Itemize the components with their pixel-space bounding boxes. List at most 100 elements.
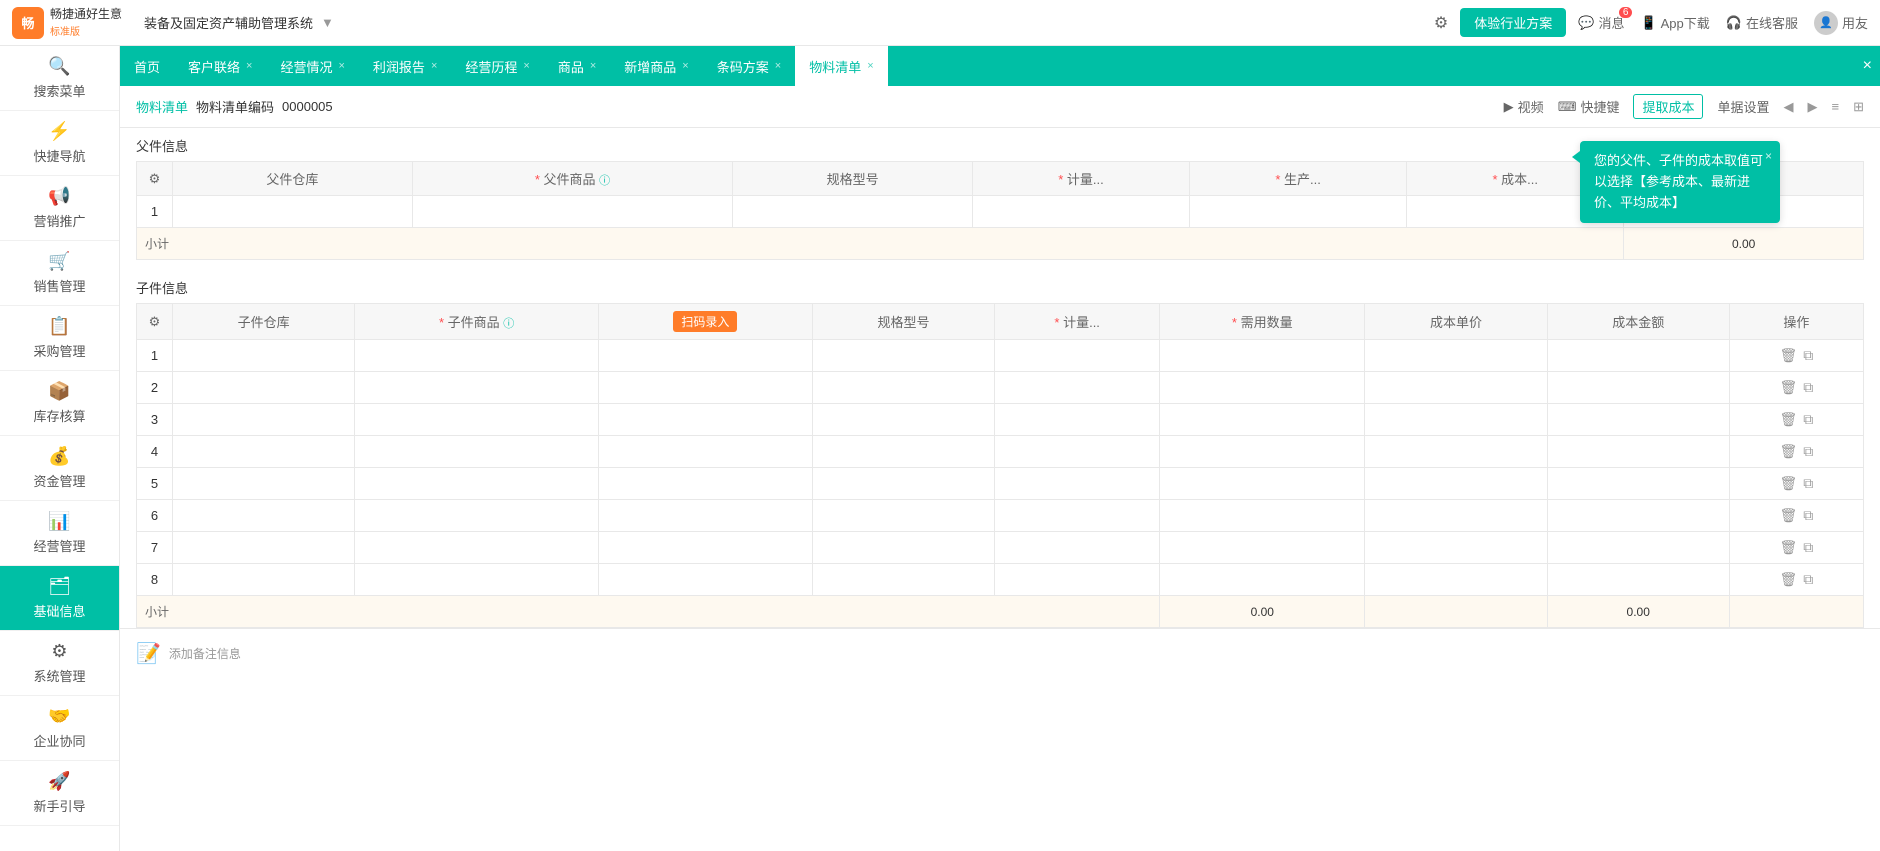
child-row3-spec[interactable] <box>598 404 812 436</box>
nav-tab-利润报告[interactable]: 利润报告× <box>359 46 451 86</box>
parent-row1-produce[interactable] <box>1190 196 1407 228</box>
child-row2-unit[interactable] <box>995 372 1160 404</box>
child-row6-unit[interactable] <box>995 500 1160 532</box>
delete-icon-1[interactable]: 🗑 <box>1780 347 1798 364</box>
prev-icon[interactable]: ◀ <box>1784 99 1794 115</box>
child-row2-warehouse[interactable] <box>173 372 355 404</box>
sidebar-item-采购管理[interactable]: 📋采购管理 <box>0 306 119 371</box>
app-download-button[interactable]: 📱 App下载 <box>1640 13 1709 32</box>
child-row4-warehouse[interactable] <box>173 436 355 468</box>
copy-icon-7[interactable]: ⧉ <box>1803 539 1813 556</box>
sidebar-item-经营管理[interactable]: 📊经营管理 <box>0 501 119 566</box>
child-row3-product[interactable] <box>355 404 599 436</box>
child-row8-spec[interactable] <box>598 564 812 596</box>
child-row3-unit[interactable] <box>995 404 1160 436</box>
child-col-settings[interactable]: ⚙ <box>137 304 173 340</box>
child-row5-spec[interactable] <box>598 468 812 500</box>
child-row2-spec[interactable] <box>598 372 812 404</box>
child-row6-unit-cost[interactable] <box>1365 500 1547 532</box>
child-row2-unit-cost[interactable] <box>1365 372 1547 404</box>
child-row2-product[interactable] <box>355 372 599 404</box>
tab-close-2[interactable]: × <box>338 60 344 72</box>
child-row6-spec[interactable] <box>598 500 812 532</box>
delete-icon-8[interactable]: 🗑 <box>1780 571 1798 588</box>
next-icon[interactable]: ▶ <box>1808 99 1818 115</box>
child-row8-unit-cost[interactable] <box>1365 564 1547 596</box>
sidebar-item-库存核算[interactable]: 📦库存核算 <box>0 371 119 436</box>
copy-icon-3[interactable]: ⧉ <box>1803 411 1813 428</box>
settings-icon[interactable]: ⚙ <box>1434 13 1448 33</box>
parent-col-settings[interactable]: ⚙ <box>137 162 173 196</box>
child-row2-spec2[interactable] <box>812 372 994 404</box>
close-all-tabs[interactable]: × <box>1855 57 1880 75</box>
child-row5-unit-cost[interactable] <box>1365 468 1547 500</box>
child-row8-spec2[interactable] <box>812 564 994 596</box>
child-row1-unit[interactable] <box>995 340 1160 372</box>
child-row1-spec[interactable] <box>598 340 812 372</box>
child-row2-quantity[interactable] <box>1160 372 1365 404</box>
delete-icon-6[interactable]: 🗑 <box>1780 507 1798 524</box>
child-row8-quantity[interactable] <box>1160 564 1365 596</box>
child-row6-warehouse[interactable] <box>173 500 355 532</box>
scan-button[interactable]: 扫码录入 <box>673 311 737 332</box>
child-row6-spec2[interactable] <box>812 500 994 532</box>
child-row4-quantity[interactable] <box>1160 436 1365 468</box>
copy-icon-6[interactable]: ⧉ <box>1803 507 1813 524</box>
child-row4-spec[interactable] <box>598 436 812 468</box>
child-row5-warehouse[interactable] <box>173 468 355 500</box>
tooltip-close-button[interactable]: × <box>1765 147 1772 166</box>
delete-icon-4[interactable]: 🗑 <box>1780 443 1798 460</box>
parent-row1-product[interactable] <box>412 196 733 228</box>
child-row3-unit-cost[interactable] <box>1365 404 1547 436</box>
child-row5-unit[interactable] <box>995 468 1160 500</box>
nav-tab-新增商品[interactable]: 新增商品× <box>610 46 702 86</box>
sidebar-item-基础信息[interactable]: 🗂基础信息 <box>0 566 119 631</box>
child-row1-product[interactable] <box>355 340 599 372</box>
delete-icon-7[interactable]: 🗑 <box>1780 539 1798 556</box>
child-row3-spec2[interactable] <box>812 404 994 436</box>
message-button[interactable]: 💬 消息 6 <box>1578 13 1624 32</box>
child-row5-product[interactable] <box>355 468 599 500</box>
online-service-button[interactable]: 🎧 在线客服 <box>1726 13 1798 32</box>
video-button[interactable]: ▶视频 <box>1504 97 1544 116</box>
grid-icon[interactable]: ⊞ <box>1853 99 1864 115</box>
trial-button[interactable]: 体验行业方案 <box>1460 8 1566 37</box>
sidebar-item-营销推广[interactable]: 📢营销推广 <box>0 176 119 241</box>
sidebar-item-快捷导航[interactable]: ⚡快捷导航 <box>0 111 119 176</box>
tab-close-4[interactable]: × <box>523 60 529 72</box>
nav-tab-经营情况[interactable]: 经营情况× <box>266 46 358 86</box>
child-row4-spec2[interactable] <box>812 436 994 468</box>
copy-icon-5[interactable]: ⧉ <box>1803 475 1813 492</box>
child-row6-quantity[interactable] <box>1160 500 1365 532</box>
cost-button[interactable]: 提取成本 <box>1633 94 1703 119</box>
user-menu[interactable]: 👤 用友 <box>1814 11 1868 35</box>
sidebar-item-系统管理[interactable]: ⚙系统管理 <box>0 631 119 696</box>
nav-tab-条码方案[interactable]: 条码方案× <box>703 46 795 86</box>
shortcut-button[interactable]: ⌨快捷键 <box>1558 97 1620 116</box>
child-row1-unit-cost[interactable] <box>1365 340 1547 372</box>
child-row7-spec2[interactable] <box>812 532 994 564</box>
tab-close-8[interactable]: × <box>867 60 873 72</box>
tab-close-7[interactable]: × <box>775 60 781 72</box>
child-row1-spec2[interactable] <box>812 340 994 372</box>
copy-icon-8[interactable]: ⧉ <box>1803 571 1813 588</box>
tab-close-1[interactable]: × <box>246 60 252 72</box>
child-row3-quantity[interactable] <box>1160 404 1365 436</box>
sidebar-item-企业协同[interactable]: 🤝企业协同 <box>0 696 119 761</box>
child-row7-unit-cost[interactable] <box>1365 532 1547 564</box>
child-row1-warehouse[interactable] <box>173 340 355 372</box>
child-row8-unit[interactable] <box>995 564 1160 596</box>
child-row7-spec[interactable] <box>598 532 812 564</box>
sidebar-item-搜索菜单[interactable]: 🔍搜索菜单 <box>0 46 119 111</box>
child-row4-product[interactable] <box>355 436 599 468</box>
nav-tab-物料清单[interactable]: 物料清单× <box>795 46 887 86</box>
child-row7-product[interactable] <box>355 532 599 564</box>
child-row8-warehouse[interactable] <box>173 564 355 596</box>
tab-close-5[interactable]: × <box>590 60 596 72</box>
copy-icon-2[interactable]: ⧉ <box>1803 379 1813 396</box>
nav-tab-客户联络[interactable]: 客户联络× <box>174 46 266 86</box>
child-row5-spec2[interactable] <box>812 468 994 500</box>
tab-close-6[interactable]: × <box>682 60 688 72</box>
copy-icon-4[interactable]: ⧉ <box>1803 443 1813 460</box>
child-row7-quantity[interactable] <box>1160 532 1365 564</box>
